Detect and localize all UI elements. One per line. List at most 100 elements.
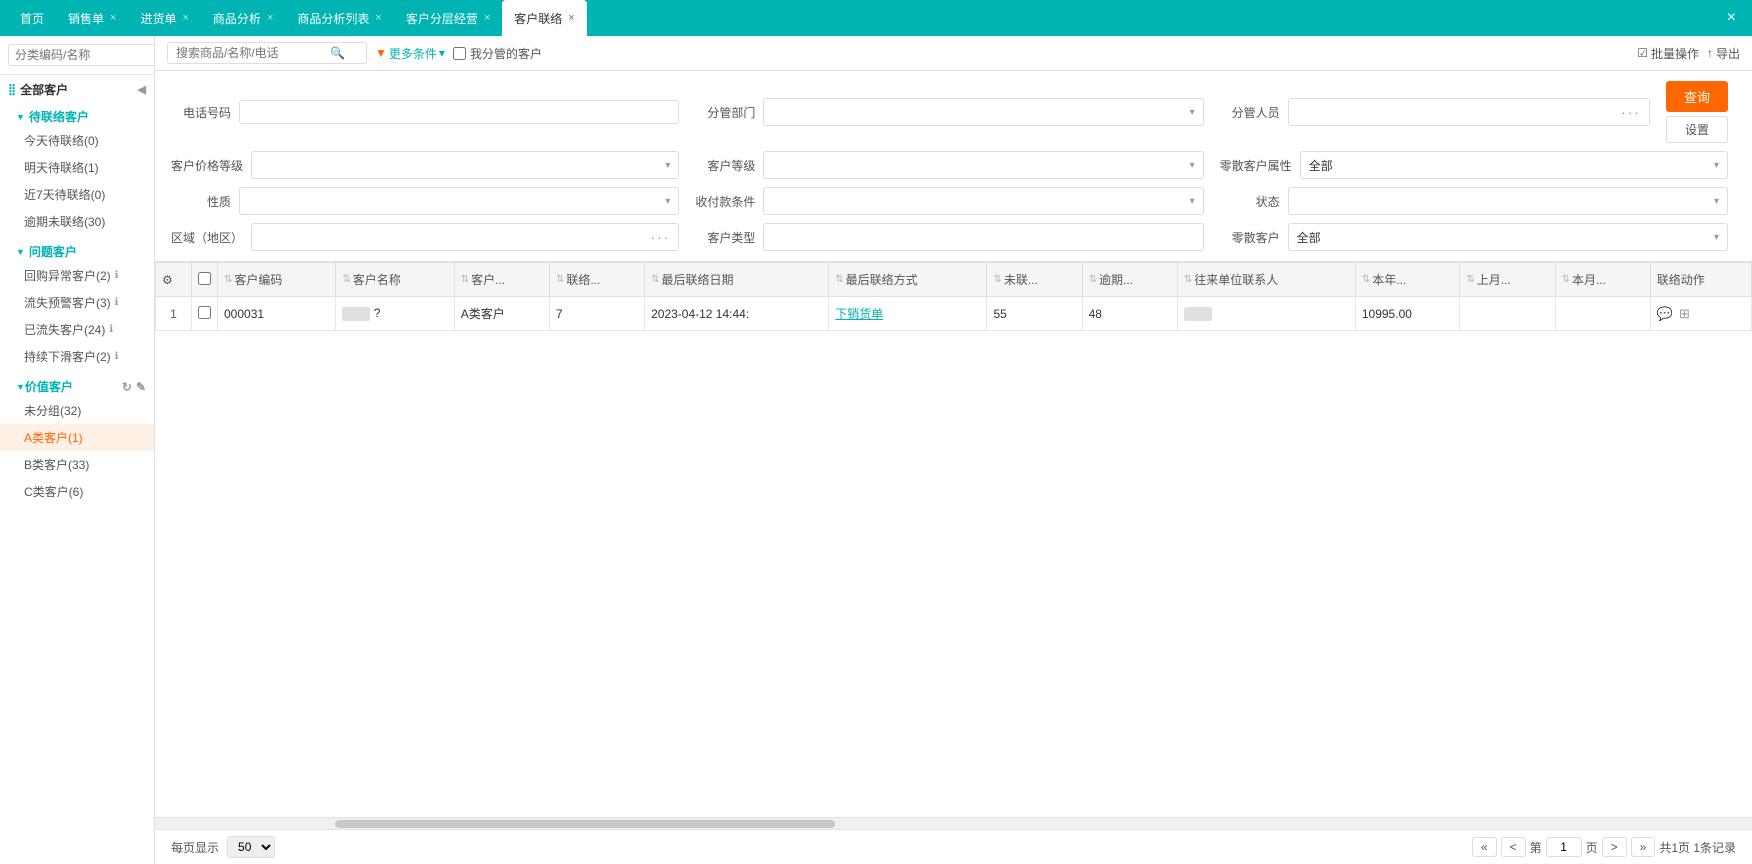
sidebar-value-label[interactable]: ▼ 价值客户 ↻ ✎ bbox=[0, 374, 154, 397]
grid-icon: ⣿ bbox=[8, 83, 16, 96]
filter-bar-right: ☑ 批量操作 ↑ 导出 bbox=[1637, 45, 1740, 62]
price-level-select[interactable]: ▾ bbox=[251, 151, 679, 179]
sidebar-item-a-class[interactable]: A类客户(1) bbox=[0, 424, 154, 451]
chevron-down-icon: ▾ bbox=[439, 46, 445, 60]
customer-type-select[interactable] bbox=[763, 223, 1203, 251]
first-page-btn[interactable]: « bbox=[1472, 837, 1497, 857]
price-level-label: 客户价格等级 bbox=[171, 157, 243, 174]
customer-level-select[interactable]: ▾ bbox=[763, 151, 1203, 179]
prev-page-btn[interactable]: < bbox=[1501, 837, 1526, 857]
collapse-icon[interactable]: ◀ bbox=[138, 83, 146, 96]
last-page-btn[interactable]: » bbox=[1631, 837, 1656, 857]
sidebar-pending-label[interactable]: ▼ 待联络客户 bbox=[0, 104, 154, 127]
per-page-label: 每页显示 bbox=[171, 839, 219, 856]
close-icon[interactable]: × bbox=[182, 12, 188, 24]
row-this-month bbox=[1555, 297, 1650, 331]
sidebar-problem-label[interactable]: ▼ 问题客户 bbox=[0, 239, 154, 262]
sidebar-item-abnormal[interactable]: 回购异常客户(2) ℹ bbox=[0, 262, 154, 289]
person-select[interactable]: ··· bbox=[1288, 98, 1650, 126]
message-icon[interactable]: 💬 bbox=[1657, 306, 1673, 322]
sidebar-item-b-class[interactable]: B类客户(33) bbox=[0, 451, 154, 478]
col-unit-contact: ⇅ 往来单位联系人 bbox=[1177, 263, 1355, 297]
qrcode-icon[interactable]: ⊞ bbox=[1679, 306, 1690, 322]
sidebar-item-tomorrow[interactable]: 明天待联络(1) bbox=[0, 154, 154, 181]
triangle-icon: ▼ bbox=[16, 112, 25, 122]
refresh-icon[interactable]: ↻ bbox=[122, 380, 132, 394]
sidebar-item-declining[interactable]: 持续下滑客户(2) ℹ bbox=[0, 343, 154, 370]
sidebar-item-ungroup[interactable]: 未分组(32) bbox=[0, 397, 154, 424]
col-sort-icon: ⇅ bbox=[1466, 274, 1474, 285]
more-filter-btn[interactable]: ▼ 更多条件 ▾ bbox=[375, 45, 445, 62]
dept-select[interactable]: ▾ bbox=[763, 98, 1203, 126]
sidebar-item-c-class[interactable]: C类客户(6) bbox=[0, 478, 154, 505]
my-customers-filter[interactable]: 我分管的客户 bbox=[453, 45, 542, 62]
row-contact-count: 7 bbox=[549, 297, 644, 331]
row-checkbox-cell[interactable] bbox=[192, 297, 218, 331]
phone-label: 电话号码 bbox=[171, 104, 231, 121]
retail-attr-select[interactable]: 全部 ▾ bbox=[1300, 151, 1728, 179]
close-icon[interactable]: × bbox=[375, 12, 381, 24]
filter-cell-price: 客户价格等级 ▾ bbox=[171, 151, 687, 179]
settings-icon[interactable]: ⚙ bbox=[162, 273, 173, 287]
col-checkbox[interactable] bbox=[192, 263, 218, 297]
filter-icon: ▼ bbox=[375, 46, 387, 60]
nav-tab-purchase[interactable]: 进货单 × bbox=[128, 0, 200, 36]
nav-tab-analysis[interactable]: 商品分析 × bbox=[201, 0, 285, 36]
col-sort-icon: ⇅ bbox=[1184, 274, 1192, 285]
col-settings[interactable]: ⚙ bbox=[156, 263, 192, 297]
export-btn[interactable]: ↑ 导出 bbox=[1707, 45, 1740, 62]
settings-button[interactable]: 设置 bbox=[1666, 116, 1728, 143]
main-layout: 🔍 ⣿ 全部客户 ◀ ▼ 待联络客户 今天待联络(0) 明天待联络(1) 近7天… bbox=[0, 36, 1752, 864]
scroll-thumb[interactable] bbox=[335, 820, 835, 828]
sidebar-item-churn-warning[interactable]: 流失预警客户(3) ℹ bbox=[0, 289, 154, 316]
sidebar-item-today[interactable]: 今天待联络(0) bbox=[0, 127, 154, 154]
nav-tab-customer-contact[interactable]: 客户联络 × bbox=[502, 0, 586, 36]
nav-tab-customer-layer[interactable]: 客户分层经营 × bbox=[394, 0, 502, 36]
area-select[interactable]: ··· bbox=[251, 223, 679, 251]
col-no-contact: ⇅ 未联... bbox=[987, 263, 1082, 297]
phone-input[interactable] bbox=[239, 100, 679, 124]
nature-select[interactable]: ▾ bbox=[239, 187, 679, 215]
row-last-method[interactable]: 下销货单 bbox=[829, 297, 987, 331]
col-sort-icon: ⇅ bbox=[1089, 274, 1097, 285]
sidebar-item-churned[interactable]: 已流失客户(24) ℹ bbox=[0, 316, 154, 343]
col-sort-icon: ⇅ bbox=[1362, 274, 1370, 285]
close-icon[interactable]: × bbox=[110, 12, 116, 24]
col-actions: 联络动作 bbox=[1650, 263, 1751, 297]
nav-tab-analysis-list[interactable]: 商品分析列表 × bbox=[285, 0, 393, 36]
row-type: A类客户 bbox=[454, 297, 549, 331]
select-all-checkbox[interactable] bbox=[198, 272, 211, 285]
ellipsis-icon: ··· bbox=[650, 229, 670, 245]
sidebar-search-input[interactable] bbox=[8, 44, 155, 66]
retail-customer-select[interactable]: 全部 ▾ bbox=[1288, 223, 1728, 251]
per-page-select[interactable]: 50 bbox=[227, 836, 275, 858]
query-button[interactable]: 查询 bbox=[1666, 81, 1728, 112]
page-number-input[interactable] bbox=[1546, 837, 1582, 857]
unit-contact-placeholder bbox=[1184, 307, 1212, 321]
close-icon[interactable]: × bbox=[568, 12, 574, 24]
col-type: ⇅ 客户... bbox=[454, 263, 549, 297]
next-page-btn[interactable]: > bbox=[1602, 837, 1627, 857]
search-input[interactable] bbox=[176, 46, 326, 60]
row-checkbox[interactable] bbox=[198, 306, 211, 319]
filter-cell-customer-type: 客户类型 bbox=[687, 223, 1211, 251]
my-customers-checkbox[interactable] bbox=[453, 47, 466, 60]
window-close-icon[interactable]: × bbox=[1719, 9, 1744, 27]
sidebar-item-overdue[interactable]: 逾期未联络(30) bbox=[0, 208, 154, 235]
filter-cell-dept: 分管部门 ▾ bbox=[687, 81, 1211, 143]
last-method-link[interactable]: 下销货单 bbox=[835, 307, 883, 321]
close-icon[interactable]: × bbox=[484, 12, 490, 24]
search-icon[interactable]: 🔍 bbox=[330, 46, 345, 60]
col-last-date: ⇅ 最后联络日期 bbox=[645, 263, 829, 297]
horizontal-scrollbar[interactable] bbox=[155, 817, 1752, 829]
close-icon[interactable]: × bbox=[267, 12, 273, 24]
payment-label: 收付款条件 bbox=[695, 193, 755, 210]
sidebar-all-customers[interactable]: ⣿ 全部客户 ◀ bbox=[0, 75, 154, 104]
nav-tab-sales[interactable]: 销售单 × bbox=[56, 0, 128, 36]
edit-icon[interactable]: ✎ bbox=[136, 380, 146, 394]
sidebar-item-7days[interactable]: 近7天待联络(0) bbox=[0, 181, 154, 208]
payment-select[interactable]: ▾ bbox=[763, 187, 1203, 215]
nav-home[interactable]: 首页 bbox=[8, 0, 56, 36]
status-select[interactable]: ▾ bbox=[1288, 187, 1728, 215]
batch-op-btn[interactable]: ☑ 批量操作 bbox=[1637, 45, 1699, 62]
